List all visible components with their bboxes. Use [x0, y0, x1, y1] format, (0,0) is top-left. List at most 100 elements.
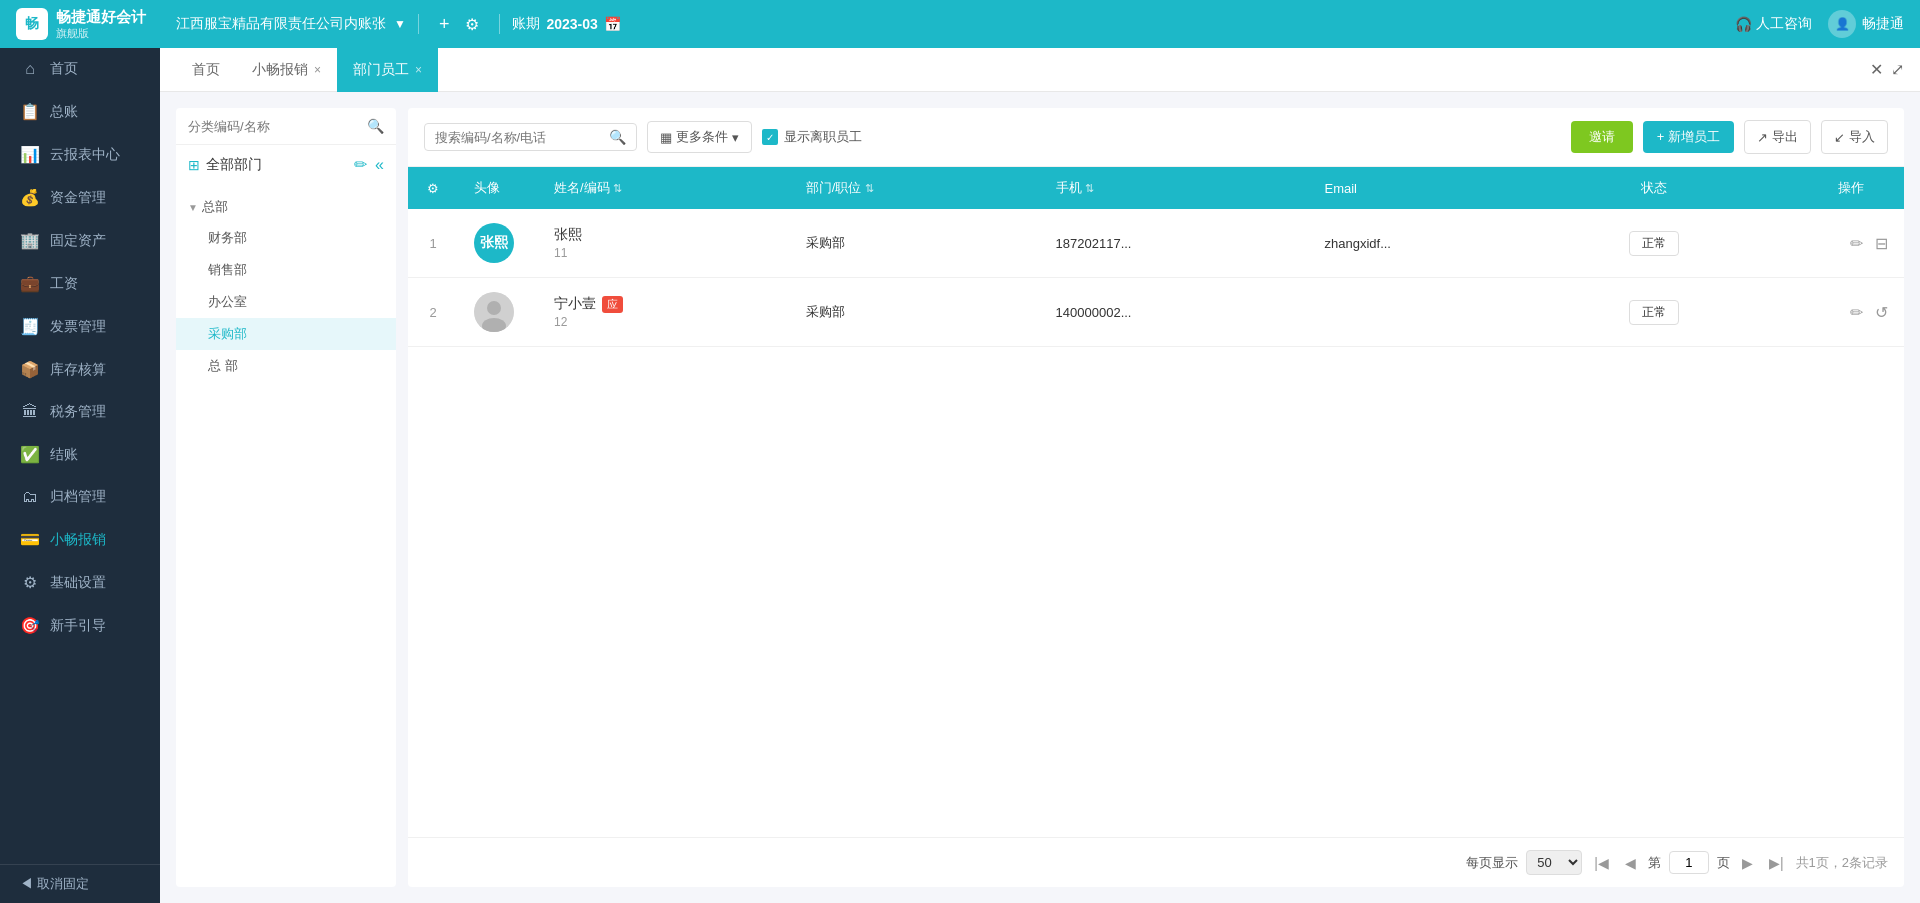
- expense-icon: 💳: [20, 530, 40, 549]
- sidebar-label-expense: 小畅报销: [50, 531, 106, 549]
- header-divider-1: [418, 14, 419, 34]
- export-icon: ↗: [1757, 130, 1768, 145]
- sidebar-item-reports[interactable]: 📊 云报表中心: [0, 133, 160, 176]
- tabs-right-controls: ✕ ⤢: [1870, 60, 1904, 79]
- user-menu[interactable]: 👤 畅捷通: [1828, 10, 1904, 38]
- col-avatar: 头像: [458, 167, 538, 209]
- grid-icon: ⊞: [188, 157, 200, 173]
- sidebar-label-checkout: 结账: [50, 446, 78, 464]
- dept-item-purchase[interactable]: 采购部: [176, 318, 396, 350]
- edit-icon-2[interactable]: ✏: [1850, 303, 1863, 322]
- service-button[interactable]: 🎧 人工咨询: [1735, 15, 1812, 33]
- dept-collapse-button[interactable]: «: [375, 156, 384, 174]
- export-button[interactable]: ↗ 导出: [1744, 120, 1811, 154]
- name-cell-1: 张熙 11: [538, 209, 790, 278]
- logo-subtext: 旗舰版: [56, 26, 146, 41]
- page-size-dropdown[interactable]: 20 50 100: [1526, 850, 1582, 875]
- add-employee-button[interactable]: + 新增员工: [1643, 121, 1734, 153]
- page-number-input[interactable]: [1669, 851, 1709, 874]
- invoice-icon: 🧾: [20, 317, 40, 336]
- next-page-button[interactable]: ▶: [1738, 853, 1757, 873]
- salary-icon: 💼: [20, 274, 40, 293]
- sidebar-item-inventory[interactable]: 📦 库存核算: [0, 348, 160, 391]
- assets-icon: 🏢: [20, 231, 40, 250]
- first-page-button[interactable]: |◀: [1590, 853, 1613, 873]
- sidebar-item-ledger[interactable]: 📋 总账: [0, 90, 160, 133]
- last-page-button[interactable]: ▶|: [1765, 853, 1788, 873]
- dept-group-label-hq: 总部: [202, 198, 228, 216]
- col-name-code[interactable]: 姓名/编码 ⇅: [538, 167, 790, 209]
- tab-home[interactable]: 首页: [176, 48, 236, 92]
- period-selector[interactable]: 账期 2023-03 📅: [512, 15, 620, 33]
- sidebar-item-guide[interactable]: 🎯 新手引导: [0, 604, 160, 647]
- add-button[interactable]: +: [439, 14, 450, 35]
- period-label: 账期: [512, 15, 540, 33]
- filter-button[interactable]: ▦ 更多条件 ▾: [647, 121, 752, 153]
- dept-search-icon[interactable]: 🔍: [367, 118, 384, 134]
- tax-icon: 🏛: [20, 403, 40, 421]
- dept-search-input[interactable]: [188, 119, 367, 134]
- page-size-select[interactable]: 20 50 100: [1526, 850, 1582, 875]
- tab-expense-close[interactable]: ×: [314, 63, 321, 77]
- dept-group-header-hq[interactable]: ▼ 总部: [176, 192, 396, 222]
- col-phone[interactable]: 手机 ⇅: [1040, 167, 1309, 209]
- col-dept-position[interactable]: 部门/职位 ⇅: [790, 167, 1040, 209]
- delete-icon-2[interactable]: ↺: [1875, 303, 1888, 322]
- settings-icon[interactable]: ⚙: [465, 15, 479, 34]
- company-selector[interactable]: 江西服宝精品有限责任公司内账张 ▼: [176, 15, 406, 33]
- sidebar-item-settings[interactable]: ⚙ 基础设置: [0, 561, 160, 604]
- dept-item-hq-sub[interactable]: 总 部: [176, 350, 396, 382]
- dept-item-sales[interactable]: 销售部: [176, 254, 396, 286]
- toolbar-right: 邀请 + 新增员工 ↗ 导出 ↙ 导入: [1571, 120, 1888, 154]
- sidebar-item-home[interactable]: ⌂ 首页: [0, 48, 160, 90]
- header-divider-2: [499, 14, 500, 34]
- calendar-icon: 📅: [604, 16, 621, 32]
- cancel-fixed-button[interactable]: ◀ 取消固定: [0, 864, 160, 903]
- company-name: 江西服宝精品有限责任公司内账张: [176, 15, 386, 33]
- employee-search-icon[interactable]: 🔍: [609, 129, 626, 145]
- sidebar-item-salary[interactable]: 💼 工资: [0, 262, 160, 305]
- sidebar-item-expense[interactable]: 💳 小畅报销: [0, 518, 160, 561]
- import-button[interactable]: ↙ 导入: [1821, 120, 1888, 154]
- employee-name-2: 宁小壹: [554, 295, 596, 313]
- col-settings[interactable]: ⚙: [408, 167, 458, 209]
- invite-button[interactable]: 邀请: [1571, 121, 1633, 153]
- sort-phone-icon: ⇅: [1085, 182, 1094, 194]
- sidebar-item-invoice[interactable]: 🧾 发票管理: [0, 305, 160, 348]
- sidebar-item-archive[interactable]: 🗂 归档管理: [0, 476, 160, 518]
- tab-department-close[interactable]: ×: [415, 63, 422, 77]
- ledger-icon: 📋: [20, 102, 40, 121]
- pagination: 每页显示 20 50 100 |◀ ◀ 第 页 ▶ ▶|: [408, 837, 1904, 887]
- tab-department-label: 部门员工: [353, 61, 409, 79]
- settings-sidebar-icon: ⚙: [20, 573, 40, 592]
- tab-expense[interactable]: 小畅报销 ×: [236, 48, 337, 92]
- page-size-text: 每页显示: [1466, 854, 1518, 872]
- avatar-1: 张熙: [474, 223, 514, 263]
- sidebar-item-funds[interactable]: 💰 资金管理: [0, 176, 160, 219]
- home-icon: ⌂: [20, 60, 40, 78]
- prev-page-button[interactable]: ◀: [1621, 853, 1640, 873]
- avatar: 👤: [1828, 10, 1856, 38]
- dept-item-office[interactable]: 办公室: [176, 286, 396, 318]
- sidebar-label-assets: 固定资产: [50, 232, 106, 250]
- show-resigned-checkbox[interactable]: ✓ 显示离职员工: [762, 128, 862, 146]
- dept-item-finance[interactable]: 财务部: [176, 222, 396, 254]
- tab-expense-label: 小畅报销: [252, 61, 308, 79]
- actions-cell-2: ✏ ↺: [1754, 278, 1904, 347]
- logo-area: 畅 畅捷通好会计 旗舰版: [16, 8, 176, 41]
- tab-department[interactable]: 部门员工 ×: [337, 48, 438, 92]
- tab-expand-button[interactable]: ⤢: [1891, 60, 1904, 79]
- checkout-icon: ✅: [20, 445, 40, 464]
- dept-header: ⊞ 全部部门 ✏ «: [176, 145, 396, 184]
- employee-search-input[interactable]: [435, 130, 603, 145]
- tab-close-all-button[interactable]: ✕: [1870, 60, 1883, 79]
- logout-icon-1[interactable]: ⊟: [1875, 234, 1888, 253]
- import-label: 导入: [1849, 128, 1875, 146]
- edit-icon-1[interactable]: ✏: [1850, 234, 1863, 253]
- avatar-cell-1: 张熙: [458, 209, 538, 278]
- dept-all-label[interactable]: ⊞ 全部部门: [188, 156, 262, 174]
- sidebar-item-assets[interactable]: 🏢 固定资产: [0, 219, 160, 262]
- sidebar-item-checkout[interactable]: ✅ 结账: [0, 433, 160, 476]
- sidebar-item-tax[interactable]: 🏛 税务管理: [0, 391, 160, 433]
- dept-edit-button[interactable]: ✏: [354, 155, 367, 174]
